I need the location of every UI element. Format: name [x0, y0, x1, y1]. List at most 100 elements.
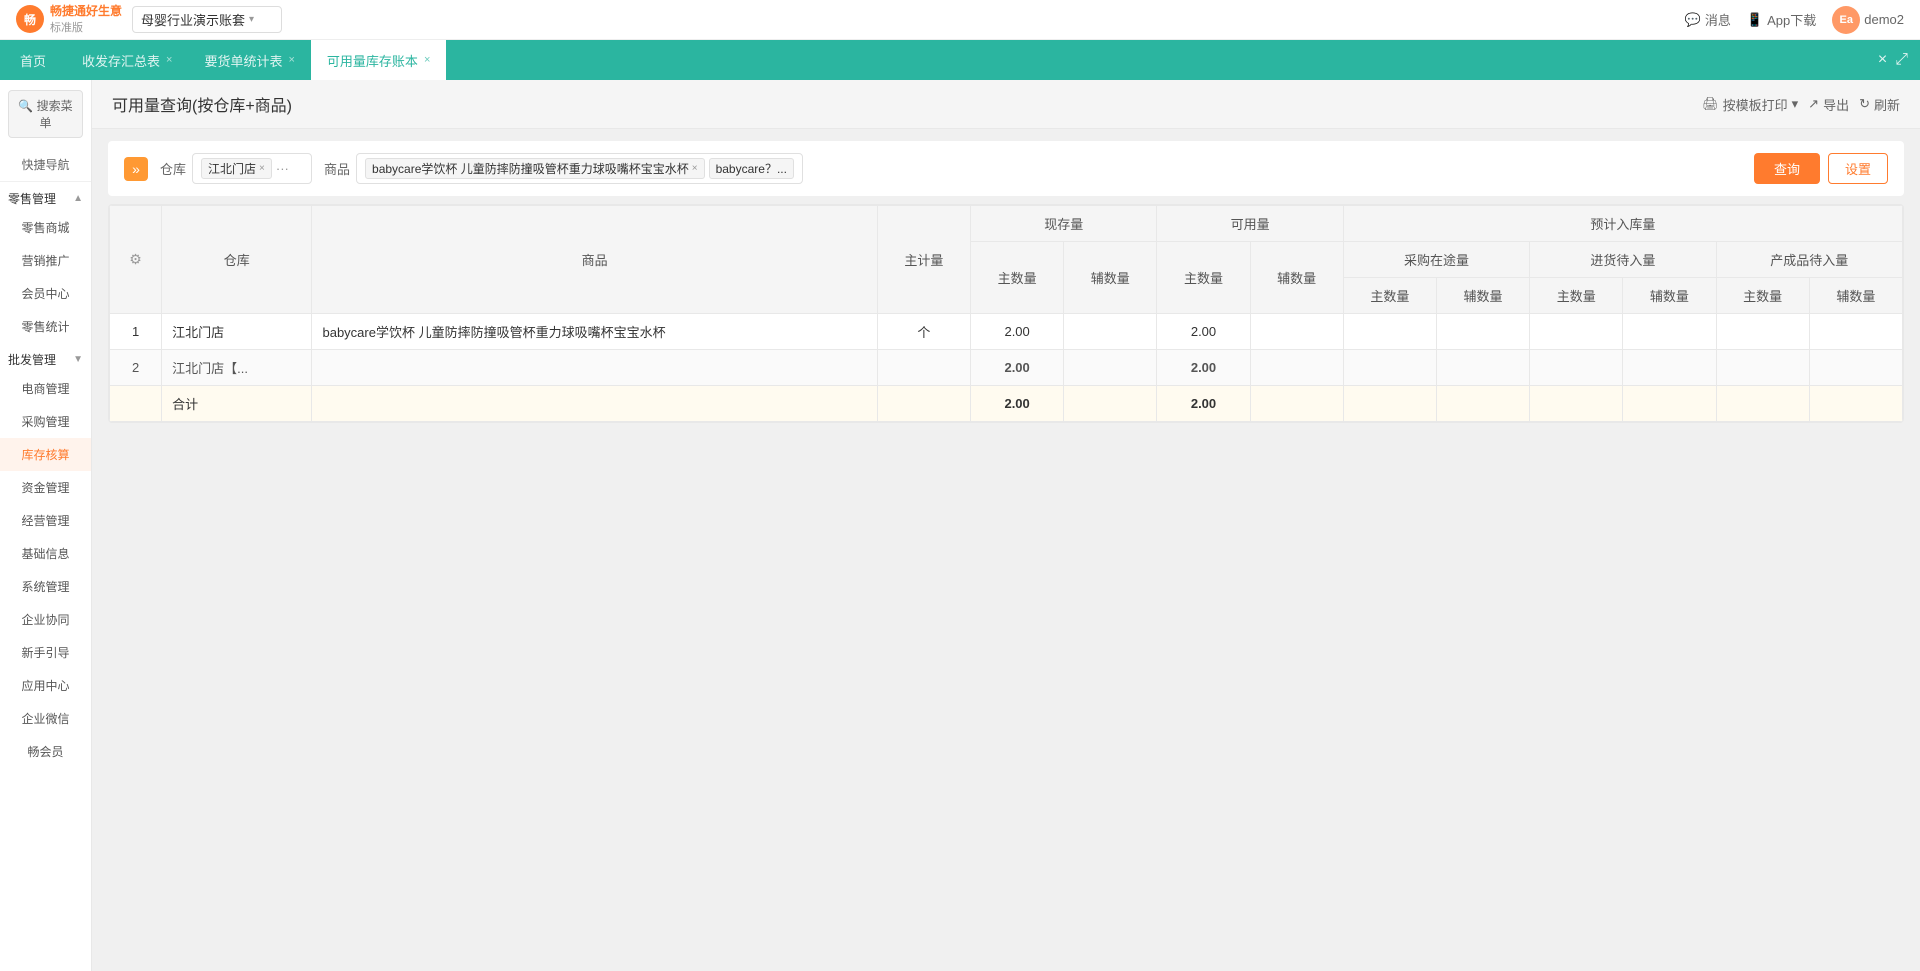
members-label: 会员中心	[21, 287, 69, 301]
summary-no: 2	[110, 350, 162, 386]
sidebar-item-system[interactable]: 系统管理	[0, 570, 91, 603]
th-inbound-main: 主数量	[1530, 278, 1623, 314]
cell-no: 1	[110, 314, 162, 350]
product-filter-label: 商品	[324, 159, 350, 178]
logo-title: 畅捷通好生意	[50, 4, 122, 18]
sidebar-item-basics[interactable]: 基础信息	[0, 537, 91, 570]
page-title: 可用量查询(按仓库+商品)	[112, 92, 292, 116]
footer-inbound-aux	[1623, 386, 1716, 422]
export-btn[interactable]: ↗ 导出	[1808, 95, 1849, 114]
wholesale-group-label: 批发管理	[8, 351, 56, 368]
main-content: 可用量查询(按仓库+商品) 🖨 按模板打印 ▾ ↗ 导出 ↻ 刷新 »	[92, 80, 1920, 971]
sidebar-item-guide[interactable]: 新手引导	[0, 636, 91, 669]
logo-icon: 畅	[16, 5, 44, 33]
tab-yaohuo-label: 要货单统计表	[204, 51, 282, 70]
footer-inbound-main	[1530, 386, 1623, 422]
settings-icon[interactable]: ⚙	[129, 251, 142, 267]
tab-home[interactable]: 首页	[0, 40, 66, 80]
sidebar-quick-nav[interactable]: 快捷导航	[0, 148, 91, 182]
sidebar-item-enterprise[interactable]: 企业协同	[0, 603, 91, 636]
summary-inbound-main	[1530, 350, 1623, 386]
sidebar-item-operations[interactable]: 经营管理	[0, 504, 91, 537]
user-action[interactable]: Ea demo2	[1832, 6, 1904, 34]
sidebar-item-members[interactable]: 会员中心	[0, 277, 91, 310]
sidebar-item-wechat[interactable]: 企业微信	[0, 702, 91, 735]
top-bar-right: 💬 消息 📱 App下载 Ea demo2	[1685, 6, 1904, 34]
product-filter-input[interactable]: babycare学饮杯 儿童防摔防撞吸管杯重力球吸嘴杯宝宝水杯 × babyca…	[356, 153, 803, 184]
footer-production-main	[1716, 386, 1809, 422]
summary-purchase-main	[1343, 350, 1436, 386]
tab-yaohuo-close[interactable]: ×	[288, 54, 294, 66]
export-label: 导出	[1823, 95, 1849, 114]
footer-purchase-aux	[1436, 386, 1529, 422]
warehouse-tag-label: 江北门店	[208, 160, 256, 177]
table-container: ⚙ 仓库 商品 主计量 现存量 可用量 预计入库量 主数量 辅数量	[108, 204, 1904, 423]
refresh-btn[interactable]: ↻ 刷新	[1859, 95, 1900, 114]
summary-production-aux	[1809, 350, 1902, 386]
table-scroll[interactable]: ⚙ 仓库 商品 主计量 现存量 可用量 预计入库量 主数量 辅数量	[109, 205, 1903, 422]
sidebar-item-appcenter[interactable]: 应用中心	[0, 669, 91, 702]
summary-warehouse: 江北门店【...	[162, 350, 312, 386]
search-icon: 🔍	[18, 99, 33, 113]
th-settings[interactable]: ⚙	[110, 206, 162, 314]
print-btn[interactable]: 🖨 按模板打印 ▾	[1702, 95, 1798, 114]
sidebar-group-retail[interactable]: 零售管理 ▲	[0, 182, 91, 211]
th-available-aux: 辅数量	[1250, 242, 1343, 314]
sidebar-item-online-store[interactable]: 零售商城	[0, 211, 91, 244]
summary-current-aux	[1064, 350, 1157, 386]
setting-button[interactable]: 设置	[1828, 153, 1888, 184]
maximize-icon[interactable]: ⤢	[1895, 51, 1908, 69]
warehouse-filter-input[interactable]: 江北门店 × ···	[192, 153, 312, 184]
search-menu-btn[interactable]: 🔍 搜索菜单	[8, 90, 83, 138]
sidebar-item-retail-stats[interactable]: 零售统计	[0, 310, 91, 343]
message-action[interactable]: 💬 消息	[1685, 10, 1731, 29]
footer-empty1	[110, 386, 162, 422]
warehouse-filter-label: 仓库	[160, 159, 186, 178]
cell-purchase-main	[1343, 314, 1436, 350]
sidebar-item-finance[interactable]: 资金管理	[0, 471, 91, 504]
message-label: 消息	[1705, 10, 1731, 29]
close-all-icon[interactable]: ×	[1878, 51, 1887, 69]
sidebar-item-inventory[interactable]: 库存核算	[0, 438, 91, 471]
top-bar-left: 畅 畅捷通好生意 标准版 母婴行业演示账套 ▾	[16, 4, 282, 34]
quick-nav-label: 快捷导航	[21, 158, 69, 172]
tab-shoufacun-close[interactable]: ×	[166, 54, 172, 66]
store-selector[interactable]: 母婴行业演示账套 ▾	[132, 6, 282, 33]
sidebar-item-changhui[interactable]: 畅会员	[0, 735, 91, 768]
tab-keyongliang[interactable]: 可用量库存账本 ×	[311, 40, 446, 80]
retail-stats-label: 零售统计	[21, 320, 69, 334]
summary-production-main	[1716, 350, 1809, 386]
filter-expand-btn[interactable]: »	[124, 157, 148, 181]
footer-production-aux	[1809, 386, 1902, 422]
th-available-qty: 可用量	[1157, 206, 1343, 242]
product-tag-1-remove[interactable]: ×	[692, 163, 698, 174]
sidebar-group-wholesale[interactable]: 批发管理 ▼	[0, 343, 91, 372]
query-button[interactable]: 查询	[1754, 153, 1820, 184]
summary-mainunit	[877, 350, 970, 386]
app-download-action[interactable]: 📱 App下载	[1747, 10, 1816, 29]
cell-available-main: 2.00	[1157, 314, 1250, 350]
footer-current-main: 2.00	[971, 386, 1064, 422]
tab-shoufacun[interactable]: 收发存汇总表 ×	[66, 40, 188, 80]
tab-yaohuo[interactable]: 要货单统计表 ×	[188, 40, 310, 80]
warehouse-filter-dots[interactable]: ···	[276, 161, 289, 176]
sidebar-item-ecommerce[interactable]: 电商管理	[0, 372, 91, 405]
table-group-summary-row: 2 江北门店【... 2.00 2.00	[110, 350, 1903, 386]
th-purchase-main: 主数量	[1343, 278, 1436, 314]
product-tag-2-label: babycare？...	[716, 160, 787, 177]
footer-purchase-main	[1343, 386, 1436, 422]
cell-production-main	[1716, 314, 1809, 350]
filter-actions: 查询 设置	[1754, 153, 1888, 184]
sidebar-item-marketing[interactable]: 营销推广	[0, 244, 91, 277]
app-download-label: App下载	[1767, 10, 1816, 29]
cell-product: babycare学饮杯 儿童防摔防撞吸管杯重力球吸嘴杯宝宝水杯	[312, 314, 877, 350]
tab-keyongliang-close[interactable]: ×	[424, 54, 430, 66]
footer-empty3	[877, 386, 970, 422]
sidebar-item-purchase[interactable]: 采购管理	[0, 405, 91, 438]
th-production-main: 主数量	[1716, 278, 1809, 314]
warehouse-tag-remove[interactable]: ×	[259, 163, 265, 174]
sidebar: 🔍 搜索菜单 快捷导航 零售管理 ▲ 零售商城 营销推广 会员中心 零售统计 批…	[0, 80, 92, 971]
th-current-stock: 现存量	[971, 206, 1157, 242]
message-icon: 💬	[1685, 12, 1701, 28]
marketing-label: 营销推广	[21, 254, 69, 268]
